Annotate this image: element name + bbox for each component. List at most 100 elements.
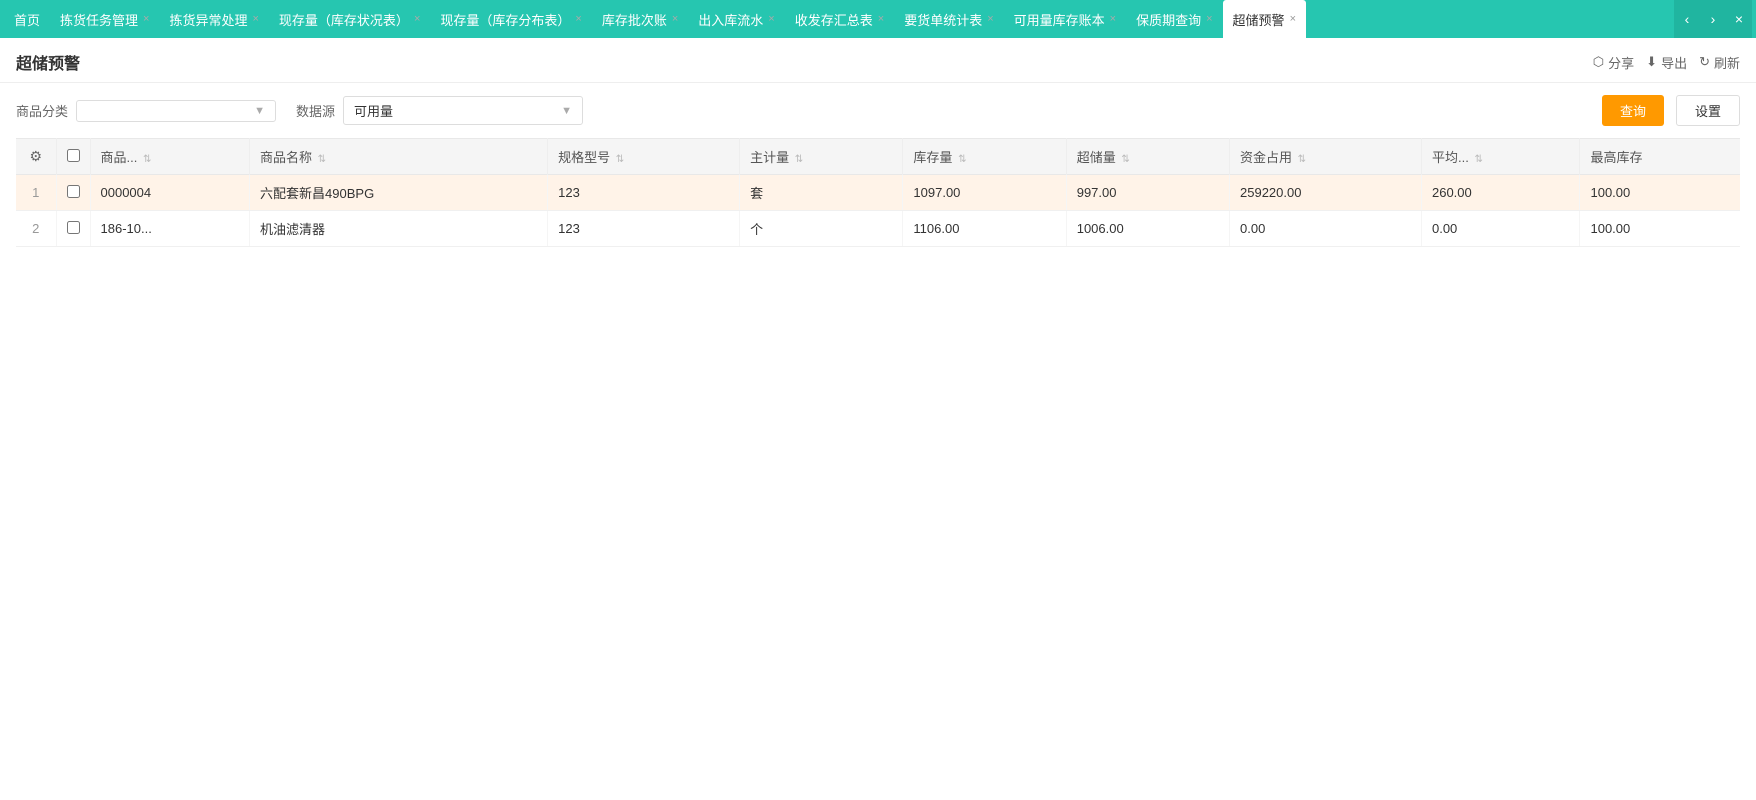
sort-icon: ⇅: [958, 154, 966, 165]
table-header-row: ⚙ 商品... ⇅ 商品名称 ⇅ 规格型号 ⇅: [16, 139, 1740, 175]
category-filter-group: 商品分类 ▼: [16, 100, 276, 122]
overstock: 997.00: [1066, 175, 1229, 211]
close-icon[interactable]: ×: [768, 13, 774, 25]
close-icon[interactable]: ×: [878, 13, 884, 25]
close-icon[interactable]: ×: [1110, 13, 1116, 25]
max-stock: 100.00: [1580, 211, 1740, 247]
close-icon[interactable]: ×: [414, 13, 420, 25]
row-checkbox[interactable]: [67, 221, 80, 234]
sort-icon: ⇅: [795, 154, 803, 165]
nav-home[interactable]: 首页: [4, 0, 50, 38]
th-overstock[interactable]: 超储量 ⇅: [1066, 139, 1229, 175]
capital: 259220.00: [1230, 175, 1422, 211]
export-button[interactable]: ⬇ 导出: [1646, 53, 1687, 72]
th-max-stock[interactable]: 最高库存: [1580, 139, 1740, 175]
product-name: 六配套新昌490BPG: [250, 175, 548, 211]
nav-batch-account[interactable]: 库存批次账 ×: [592, 0, 688, 38]
nav-overstock-warning[interactable]: 超储预警 ×: [1223, 0, 1306, 38]
gear-icon: ⚙: [29, 148, 42, 164]
sort-icon: ⇅: [616, 154, 624, 165]
share-button[interactable]: ⬡ 分享: [1593, 53, 1634, 72]
close-icon[interactable]: ×: [672, 13, 678, 25]
sort-icon: ⇅: [1474, 154, 1482, 165]
nav-exception[interactable]: 拣货异常处理 ×: [159, 0, 268, 38]
close-icon[interactable]: ×: [575, 13, 581, 25]
nav-next-button[interactable]: ›: [1700, 0, 1726, 38]
row-num: 2: [16, 211, 56, 247]
page-wrapper: 超储预警 ⬡ 分享 ⬇ 导出 ↻ 刷新 商品分类 ▼ 数据源: [0, 38, 1756, 800]
close-icon[interactable]: ×: [1206, 13, 1212, 25]
stock: 1097.00: [903, 175, 1066, 211]
spec: 123: [548, 175, 740, 211]
overstock: 1006.00: [1066, 211, 1229, 247]
datasource-value: 可用量: [354, 101, 393, 120]
refresh-icon: ↻: [1699, 54, 1710, 70]
average: 0.00: [1421, 211, 1580, 247]
product-code: 0000004: [90, 175, 250, 211]
sort-icon: ⇅: [318, 154, 326, 165]
capital: 0.00: [1230, 211, 1422, 247]
chevron-down-icon: ▼: [561, 105, 572, 117]
sort-icon: ⇅: [1121, 154, 1129, 165]
sort-icon: ⇅: [1298, 154, 1306, 165]
row-num: 1: [16, 175, 56, 211]
nav-in-out-flow[interactable]: 出入库流水 ×: [688, 0, 784, 38]
product-code: 186-10...: [90, 211, 250, 247]
category-select[interactable]: ▼: [76, 100, 276, 122]
table-row: 1 0000004 六配套新昌490BPG 123 套 1097.00 997.…: [16, 175, 1740, 211]
spec: 123: [548, 211, 740, 247]
datasource-filter-group: 数据源 可用量 ▼: [296, 96, 583, 125]
row-checkbox-cell: [56, 211, 90, 247]
nav-available-ledger[interactable]: 可用量库存账本 ×: [1004, 0, 1126, 38]
table-wrapper: ⚙ 商品... ⇅ 商品名称 ⇅ 规格型号 ⇅: [0, 138, 1756, 247]
average: 260.00: [1421, 175, 1580, 211]
close-icon[interactable]: ×: [987, 13, 993, 25]
datasource-label: 数据源: [296, 101, 335, 120]
product-name: 机油滤清器: [250, 211, 548, 247]
th-stock[interactable]: 库存量 ⇅: [903, 139, 1066, 175]
th-settings[interactable]: ⚙: [16, 139, 56, 175]
row-checkbox[interactable]: [67, 185, 80, 198]
data-table: ⚙ 商品... ⇅ 商品名称 ⇅ 规格型号 ⇅: [16, 138, 1740, 247]
row-checkbox-cell: [56, 175, 90, 211]
th-spec[interactable]: 规格型号 ⇅: [548, 139, 740, 175]
nav-summary[interactable]: 收发存汇总表 ×: [785, 0, 894, 38]
sort-icon: ⇅: [143, 154, 151, 165]
top-navigation: 首页 拣货任务管理 × 拣货异常处理 × 现存量（库存状况表） × 现存量（库存…: [0, 0, 1756, 38]
unit: 套: [740, 175, 903, 211]
page-title: 超储预警: [16, 50, 80, 74]
datasource-select[interactable]: 可用量 ▼: [343, 96, 583, 125]
th-capital[interactable]: 资金占用 ⇅: [1230, 139, 1422, 175]
th-product-code[interactable]: 商品... ⇅: [90, 139, 250, 175]
nav-demand-stats[interactable]: 要货单统计表 ×: [894, 0, 1003, 38]
unit: 个: [740, 211, 903, 247]
nav-current-stock-dist[interactable]: 现存量（库存分布表） ×: [430, 0, 591, 38]
nav-quality-query[interactable]: 保质期查询 ×: [1126, 0, 1222, 38]
chevron-down-icon: ▼: [254, 105, 265, 117]
page-header: 超储预警 ⬡ 分享 ⬇ 导出 ↻ 刷新: [0, 38, 1756, 83]
max-stock: 100.00: [1580, 175, 1740, 211]
nav-task-mgmt[interactable]: 拣货任务管理 ×: [50, 0, 159, 38]
filter-actions: 查询 设置: [1602, 95, 1740, 126]
nav-prev-button[interactable]: ‹: [1674, 0, 1700, 38]
export-icon: ⬇: [1646, 54, 1657, 70]
nav-close-button[interactable]: ×: [1726, 0, 1752, 38]
refresh-button[interactable]: ↻ 刷新: [1699, 53, 1740, 72]
close-icon[interactable]: ×: [1290, 13, 1296, 25]
category-label: 商品分类: [16, 101, 68, 120]
close-icon[interactable]: ×: [252, 13, 258, 25]
share-icon: ⬡: [1593, 54, 1604, 70]
th-unit[interactable]: 主计量 ⇅: [740, 139, 903, 175]
table-row: 2 186-10... 机油滤清器 123 个 1106.00 1006.00 …: [16, 211, 1740, 247]
close-icon[interactable]: ×: [143, 13, 149, 25]
th-checkbox: [56, 139, 90, 175]
nav-current-stock-status[interactable]: 现存量（库存状况表） ×: [269, 0, 430, 38]
th-product-name[interactable]: 商品名称 ⇅: [250, 139, 548, 175]
header-actions: ⬡ 分享 ⬇ 导出 ↻ 刷新: [1593, 53, 1740, 72]
table-body: 1 0000004 六配套新昌490BPG 123 套 1097.00 997.…: [16, 175, 1740, 247]
settings-button[interactable]: 设置: [1676, 95, 1740, 126]
stock: 1106.00: [903, 211, 1066, 247]
query-button[interactable]: 查询: [1602, 95, 1664, 126]
th-average[interactable]: 平均... ⇅: [1421, 139, 1580, 175]
select-all-checkbox[interactable]: [67, 149, 80, 162]
